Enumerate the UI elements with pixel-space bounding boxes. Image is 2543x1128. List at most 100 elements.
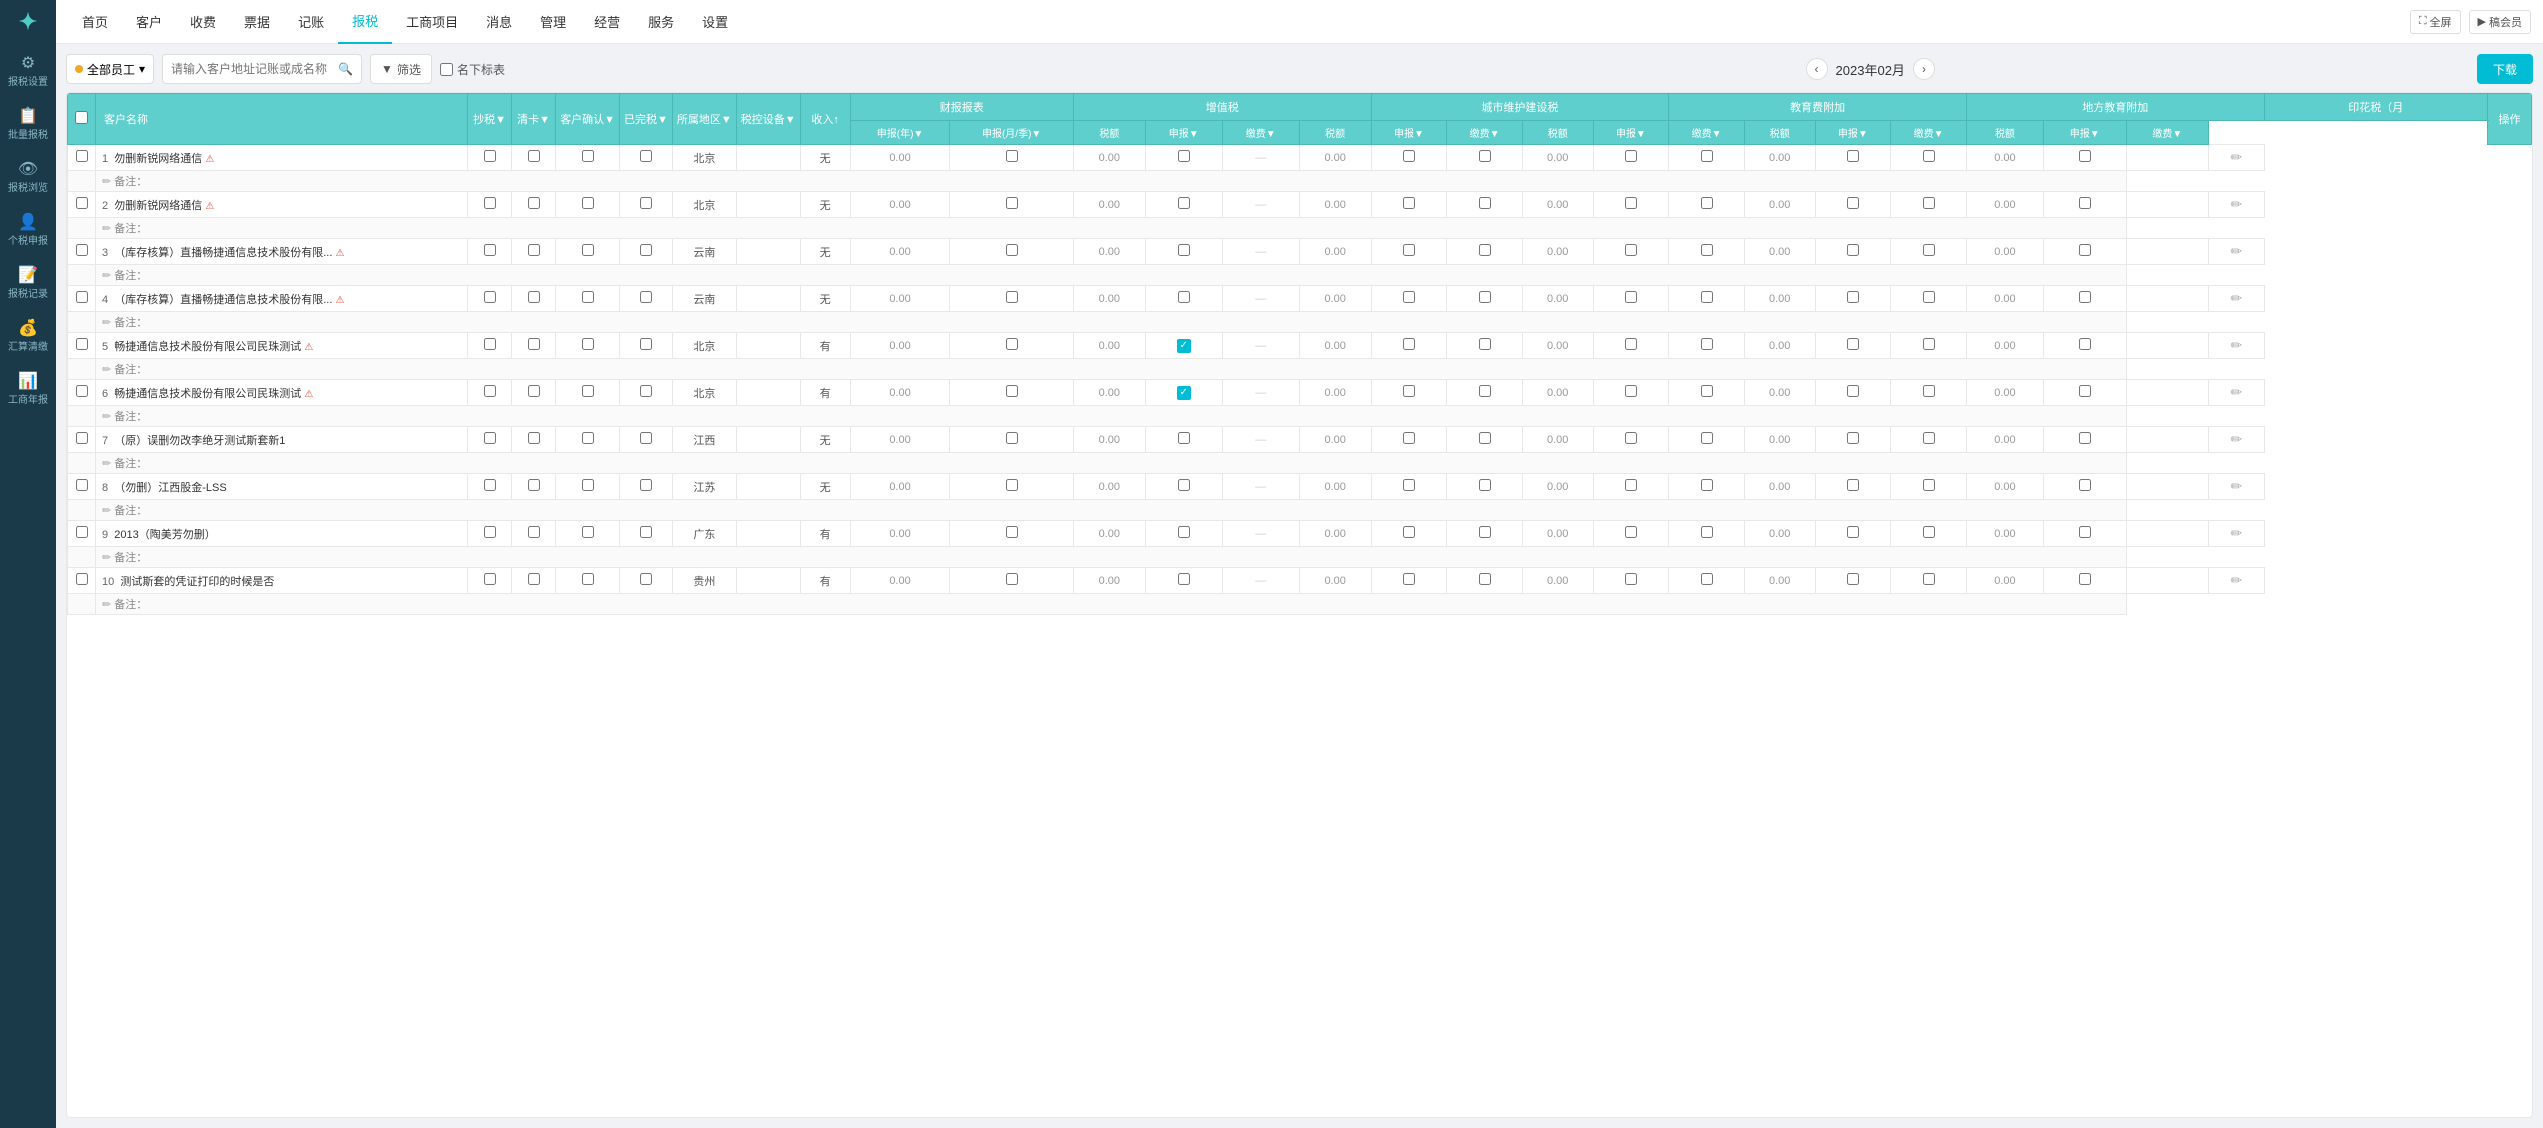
row-checkbox[interactable] <box>76 291 88 303</box>
chengshi-pay-cb[interactable] <box>1479 573 1491 585</box>
row-checkbox[interactable] <box>76 197 88 209</box>
checkbox[interactable] <box>528 526 540 538</box>
checkbox[interactable] <box>484 573 496 585</box>
zengjia-declare-cb[interactable] <box>1178 526 1190 538</box>
checkbox[interactable] <box>640 385 652 397</box>
chengshi-pay-cb[interactable] <box>1479 197 1491 209</box>
difang-declare-cb[interactable] <box>1847 150 1859 162</box>
edit-icon[interactable]: ✏ <box>2231 384 2243 400</box>
checkbox[interactable] <box>640 479 652 491</box>
member-button[interactable]: ▶ 稿会员 <box>2469 10 2531 34</box>
checkbox[interactable] <box>582 385 594 397</box>
nav-settings[interactable]: 设置 <box>688 0 742 44</box>
chengshi-declare-cb[interactable] <box>1403 432 1415 444</box>
caiwu-declare-month-cb[interactable] <box>1006 150 1018 162</box>
yinhua-declare-cb[interactable] <box>2079 150 2091 162</box>
difang-pay-cb[interactable] <box>1923 291 1935 303</box>
checkbox[interactable] <box>640 338 652 350</box>
checkbox[interactable] <box>528 291 540 303</box>
difang-declare-cb[interactable] <box>1847 479 1859 491</box>
checkbox[interactable] <box>640 197 652 209</box>
nav-business[interactable]: 工商项目 <box>392 0 472 44</box>
caiwu-declare-month-cb[interactable] <box>1006 291 1018 303</box>
jiaoyu-declare-cb[interactable] <box>1625 526 1637 538</box>
edit-icon[interactable]: ✏ <box>2231 525 2243 541</box>
note-edit-icon[interactable]: ✏ <box>102 411 111 423</box>
difang-pay-cb[interactable] <box>1923 385 1935 397</box>
checkbox[interactable] <box>528 244 540 256</box>
checkbox[interactable] <box>528 573 540 585</box>
checkbox[interactable] <box>582 526 594 538</box>
name-list-checkbox-label[interactable]: 名下标表 <box>440 61 505 78</box>
jiaoyu-pay-cb[interactable] <box>1701 150 1713 162</box>
yinhua-declare-cb[interactable] <box>2079 479 2091 491</box>
edit-icon[interactable]: ✏ <box>2231 337 2243 353</box>
checkbox[interactable] <box>484 526 496 538</box>
row-checkbox[interactable] <box>76 244 88 256</box>
edit-icon[interactable]: ✏ <box>2231 196 2243 212</box>
checkbox[interactable] <box>528 479 540 491</box>
checkbox[interactable] <box>528 432 540 444</box>
difang-pay-cb[interactable] <box>1923 526 1935 538</box>
edit-icon[interactable]: ✏ <box>2231 431 2243 447</box>
jiaoyu-declare-cb[interactable] <box>1625 432 1637 444</box>
note-edit-icon[interactable]: ✏ <box>102 270 111 282</box>
jiaoyu-declare-cb[interactable] <box>1625 479 1637 491</box>
jiaoyu-pay-cb[interactable] <box>1701 197 1713 209</box>
jiaoyu-pay-cb[interactable] <box>1701 573 1713 585</box>
chengshi-pay-cb[interactable] <box>1479 385 1491 397</box>
note-edit-icon[interactable]: ✏ <box>102 223 111 235</box>
checkbox[interactable] <box>528 385 540 397</box>
yinhua-declare-cb[interactable] <box>2079 291 2091 303</box>
note-edit-icon[interactable]: ✏ <box>102 176 111 188</box>
chengshi-pay-cb[interactable] <box>1479 338 1491 350</box>
checkbox[interactable] <box>484 432 496 444</box>
checkbox[interactable] <box>640 432 652 444</box>
checkbox[interactable] <box>528 197 540 209</box>
difang-declare-cb[interactable] <box>1847 573 1859 585</box>
chengshi-pay-cb[interactable] <box>1479 526 1491 538</box>
chengshi-declare-cb[interactable] <box>1403 197 1415 209</box>
jiaoyu-declare-cb[interactable] <box>1625 197 1637 209</box>
checkbox[interactable] <box>582 150 594 162</box>
row-checkbox[interactable] <box>76 526 88 538</box>
jiaoyu-pay-cb[interactable] <box>1701 479 1713 491</box>
edit-icon[interactable]: ✏ <box>2231 478 2243 494</box>
prev-month-button[interactable]: ‹ <box>1806 58 1828 80</box>
chengshi-pay-cb[interactable] <box>1479 150 1491 162</box>
checkbox[interactable] <box>582 291 594 303</box>
jiaoyu-declare-cb[interactable] <box>1625 150 1637 162</box>
nav-customer[interactable]: 客户 <box>122 0 176 44</box>
checkbox[interactable] <box>582 432 594 444</box>
checkbox[interactable] <box>528 150 540 162</box>
checkbox[interactable] <box>484 244 496 256</box>
checkbox[interactable] <box>640 573 652 585</box>
difang-declare-cb[interactable] <box>1847 291 1859 303</box>
chengshi-declare-cb[interactable] <box>1403 479 1415 491</box>
chengshi-pay-cb[interactable] <box>1479 244 1491 256</box>
employee-filter[interactable]: 全部员工 ▾ <box>66 54 154 84</box>
chengshi-declare-cb[interactable] <box>1403 244 1415 256</box>
sidebar-item-piliang[interactable]: 📋 批量报税 <box>0 97 56 150</box>
nav-operation[interactable]: 经营 <box>580 0 634 44</box>
checkbox[interactable] <box>484 150 496 162</box>
checkbox[interactable] <box>582 197 594 209</box>
yinhua-declare-cb[interactable] <box>2079 197 2091 209</box>
jiaoyu-pay-cb[interactable] <box>1701 385 1713 397</box>
yinhua-declare-cb[interactable] <box>2079 573 2091 585</box>
fullscreen-button[interactable]: ⛶ 全屏 <box>2410 10 2461 34</box>
chengshi-declare-cb[interactable] <box>1403 385 1415 397</box>
row-checkbox[interactable] <box>76 479 88 491</box>
row-checkbox[interactable] <box>76 150 88 162</box>
chengshi-declare-cb[interactable] <box>1403 338 1415 350</box>
note-edit-icon[interactable]: ✏ <box>102 505 111 517</box>
zengjia-declare-cb[interactable] <box>1178 291 1190 303</box>
zengjia-declare-cb[interactable] <box>1178 432 1190 444</box>
sidebar-item-liulan[interactable]: 👁 报税浏览 <box>0 150 56 203</box>
caiwu-declare-month-cb[interactable] <box>1006 338 1018 350</box>
row-checkbox[interactable] <box>76 385 88 397</box>
difang-pay-cb[interactable] <box>1923 150 1935 162</box>
checkbox[interactable] <box>484 479 496 491</box>
sidebar-item-huisuan[interactable]: 💰 汇算清缴 <box>0 309 56 362</box>
jiaoyu-declare-cb[interactable] <box>1625 244 1637 256</box>
